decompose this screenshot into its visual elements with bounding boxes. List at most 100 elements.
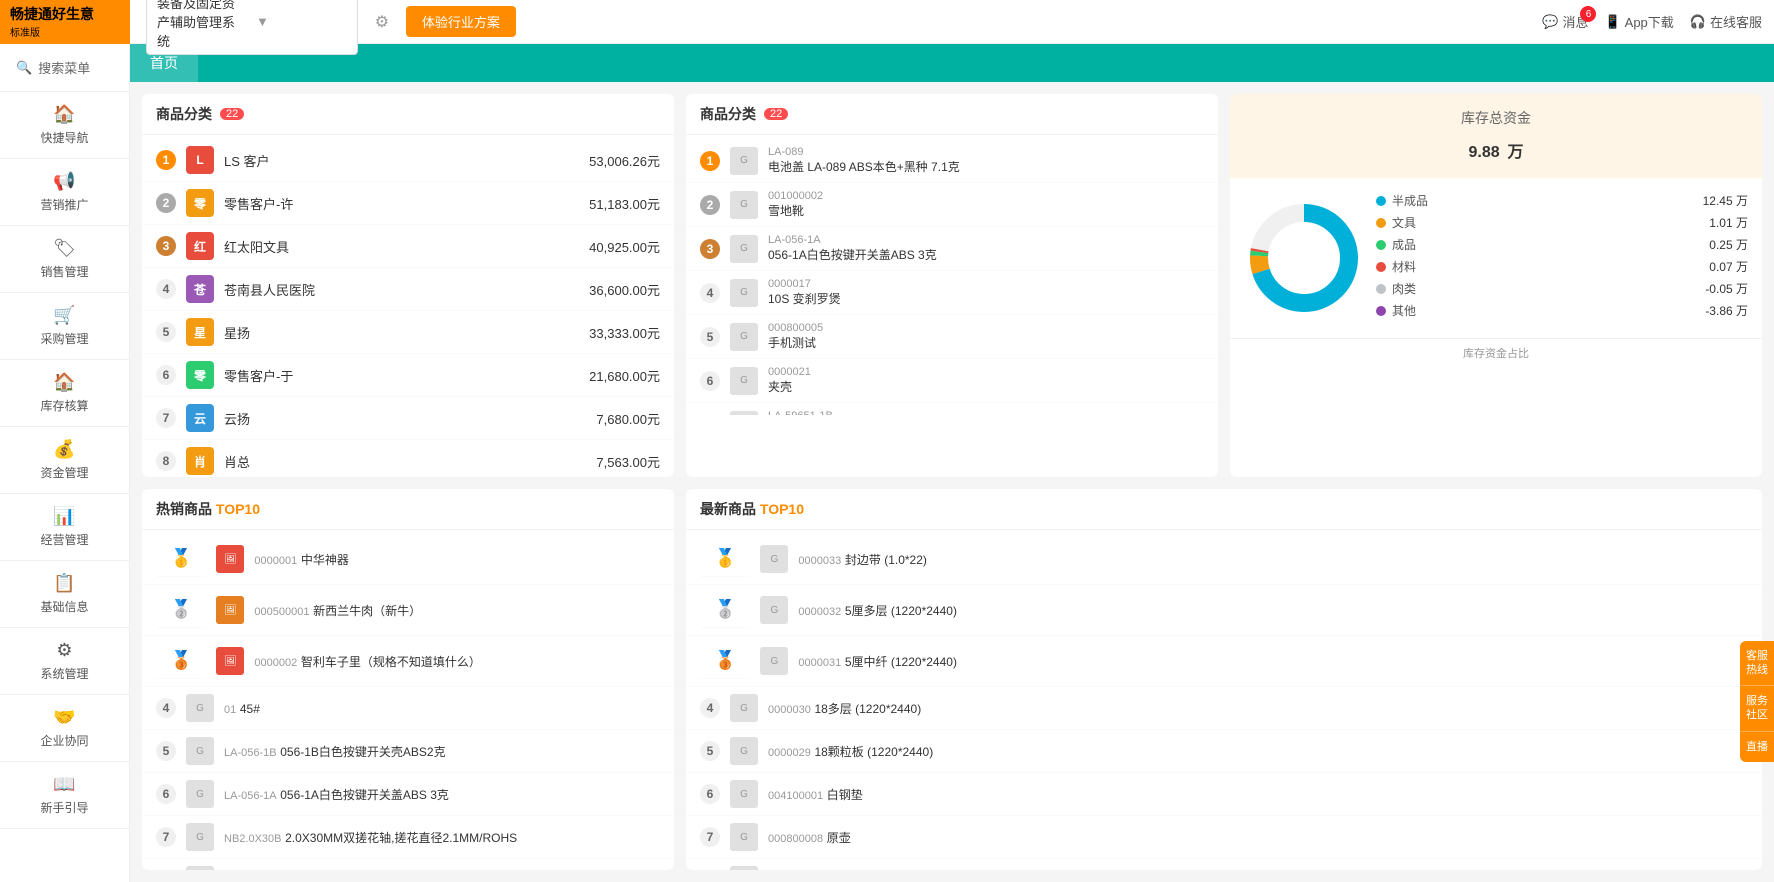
product-info: 0000002 智利车子里（规格不知道填什么）: [254, 653, 660, 670]
product-image: 🖼: [216, 596, 244, 624]
customer-amount: 21,680.00元: [589, 366, 660, 385]
live-stream[interactable]: 直播: [1740, 732, 1774, 762]
rank-number: 5: [700, 741, 720, 761]
legend-label: 半成品: [1392, 192, 1697, 209]
message-icon: 💬: [1542, 14, 1558, 30]
sidebar-search-area: 🔍 搜索菜单: [0, 44, 129, 92]
legend-item: 材料 0.07 万: [1376, 258, 1748, 275]
app-download-button[interactable]: 📱 App下载: [1604, 12, 1673, 31]
guide-icon: 📖: [53, 774, 75, 795]
list-item: 8 G 10000100001 原壶: [686, 859, 1762, 870]
sidebar-item-inventory[interactable]: 🏠 库存核算: [0, 360, 129, 427]
sales-label: 销售管理: [40, 263, 88, 280]
list-item: 🥇 G 0000033 封边带 (1.0*22): [686, 534, 1762, 585]
rank-number: 2: [156, 193, 176, 213]
sidebar-item-marketing[interactable]: 📢 营销推广: [0, 159, 129, 226]
sidebar-item-sales[interactable]: 🏷 销售管理: [0, 226, 129, 293]
legend-value: 0.07 万: [1709, 258, 1748, 275]
system-selector[interactable]: 装备及固定资产辅助管理系统 ▼: [146, 0, 358, 55]
product-info: 000800008 原壶: [768, 829, 1748, 846]
rank-number: 3: [156, 236, 176, 256]
message-button[interactable]: 💬 消息 6: [1542, 12, 1588, 31]
sidebar-item-system[interactable]: ⚙ 系统管理: [0, 628, 129, 695]
company-icon: 🤝: [53, 707, 75, 728]
customer-ranking-header: 商品分类 22: [142, 94, 674, 135]
system-label: 系统管理: [40, 665, 88, 682]
product-info: 0000031 5厘中纤 (1220*2440): [798, 653, 1748, 670]
list-item: 8 G 0000011 12070519-xs: [142, 859, 674, 870]
list-item: 4 G 0000030 18多层 (1220*2440): [686, 687, 1762, 730]
rank-number: 7: [700, 415, 720, 416]
product-name: 白钢垫: [827, 788, 863, 802]
service-community[interactable]: 服务社区: [1740, 686, 1774, 732]
purchase-icon: 🛒: [53, 305, 75, 326]
rank-number: 7: [156, 408, 176, 428]
rank-medal-icon: 🥈: [156, 592, 206, 628]
product-info: NB2.0X30B 2.0X30MM双搓花轴,搓花直径2.1MM/ROHS: [224, 829, 660, 846]
product-image: G: [730, 780, 758, 808]
avatar: 红: [186, 232, 214, 260]
avatar: L: [186, 146, 214, 174]
logo-title: 畅捷通好生意: [10, 4, 94, 24]
product-code: 0000033: [798, 555, 841, 567]
product-name: 45#: [240, 702, 260, 716]
inventory-amount: 9.88 万: [1250, 132, 1742, 164]
product-name: 雪地靴: [768, 202, 1204, 219]
customer-name: 零售客户-于: [224, 366, 579, 385]
new-products-top-label: TOP10: [760, 501, 804, 517]
trial-button[interactable]: 体验行业方案: [406, 6, 516, 37]
list-item: 5 G 0000029 18颗粒板 (1220*2440): [686, 730, 1762, 773]
customer-count-badge: 22: [220, 108, 244, 120]
product-name: 智利车子里（规格不知道填什么）: [301, 655, 481, 669]
product-name: 056-1A白色按键开关盖ABS 3克: [768, 246, 1204, 263]
product-name: 5厘多层 (1220*2440): [845, 604, 957, 618]
product-code: 0000002: [254, 657, 297, 669]
avatar: 零: [186, 189, 214, 217]
system-icon: ⚙: [56, 640, 72, 661]
table-row: 4 G 0000017 10S 变刹罗煲: [686, 271, 1218, 315]
sidebar-item-guide[interactable]: 📖 新手引导: [0, 762, 129, 829]
sidebar-item-basic[interactable]: 📋 基础信息: [0, 561, 129, 628]
product-code: 004100001: [768, 790, 823, 802]
table-row: 6 G 0000021 夹壳: [686, 359, 1218, 403]
avatar: 星: [186, 318, 214, 346]
customer-name: 星扬: [224, 323, 579, 342]
rank-number: 2: [700, 195, 720, 215]
online-service-button[interactable]: 🎧 在线客服: [1690, 12, 1762, 31]
product-info: LA-59651-1B 59651-1B旋转投影灯电池盒ABS黑色+58克: [768, 410, 1204, 415]
sidebar-item-finance[interactable]: 💰 资金管理: [0, 427, 129, 494]
product-info: 000500001 新西兰牛肉（新牛）: [254, 602, 660, 619]
rank-number: 1: [156, 150, 176, 170]
customer-name: 云扬: [224, 409, 586, 428]
avatar: 零: [186, 361, 214, 389]
list-item: 6 G 004100001 白钢垫: [686, 773, 1762, 816]
search-menu-label: 搜索菜单: [38, 58, 90, 77]
sidebar-item-quick-nav[interactable]: 🏠 快捷导航: [0, 92, 129, 159]
product-ranking-list: 1 G LA-089 电池盖 LA-089 ABS本色+黑种 7.1克 2 G …: [686, 135, 1218, 415]
sidebar-item-purchase[interactable]: 🛒 采购管理: [0, 293, 129, 360]
product-info: 0000030 18多层 (1220*2440): [768, 700, 1748, 717]
product-name: 056-1A白色按键开关盖ABS 3克: [280, 788, 449, 802]
product-ranking-header: 商品分类 22: [686, 94, 1218, 135]
new-products-header: 最新商品 TOP10: [686, 489, 1762, 530]
legend-item: 肉类 -0.05 万: [1376, 280, 1748, 297]
product-name: 056-1B白色按键开关壳ABS2克: [280, 745, 445, 759]
customer-service-hotline[interactable]: 客服热线: [1740, 641, 1774, 687]
hot-products-top-label: TOP10: [216, 501, 260, 517]
customer-amount: 51,183.00元: [589, 194, 660, 213]
rank-medal-icon: 🥇: [156, 541, 206, 577]
inventory-icon: 🏠: [53, 372, 75, 393]
list-item: 5 G LA-056-1B 056-1B白色按键开关壳ABS2克: [142, 730, 674, 773]
sidebar-item-operation[interactable]: 📊 经营管理: [0, 494, 129, 561]
settings-button[interactable]: ⚙: [366, 6, 398, 38]
search-menu-button[interactable]: 🔍 搜索菜单: [8, 52, 121, 83]
list-item: 6 G LA-056-1A 056-1A白色按键开关盖ABS 3克: [142, 773, 674, 816]
product-info: 0000032 5厘多层 (1220*2440): [798, 602, 1748, 619]
rank-number: 6: [700, 784, 720, 804]
customer-amount: 36,600.00元: [589, 280, 660, 299]
product-name: 5厘中纤 (1220*2440): [845, 655, 957, 669]
table-row: 2 零 零售客户-许 51,183.00元: [142, 182, 674, 225]
product-name: 中华神器: [301, 553, 349, 567]
sidebar-item-company[interactable]: 🤝 企业协同: [0, 695, 129, 762]
table-row: 5 星 星扬 33,333.00元: [142, 311, 674, 354]
